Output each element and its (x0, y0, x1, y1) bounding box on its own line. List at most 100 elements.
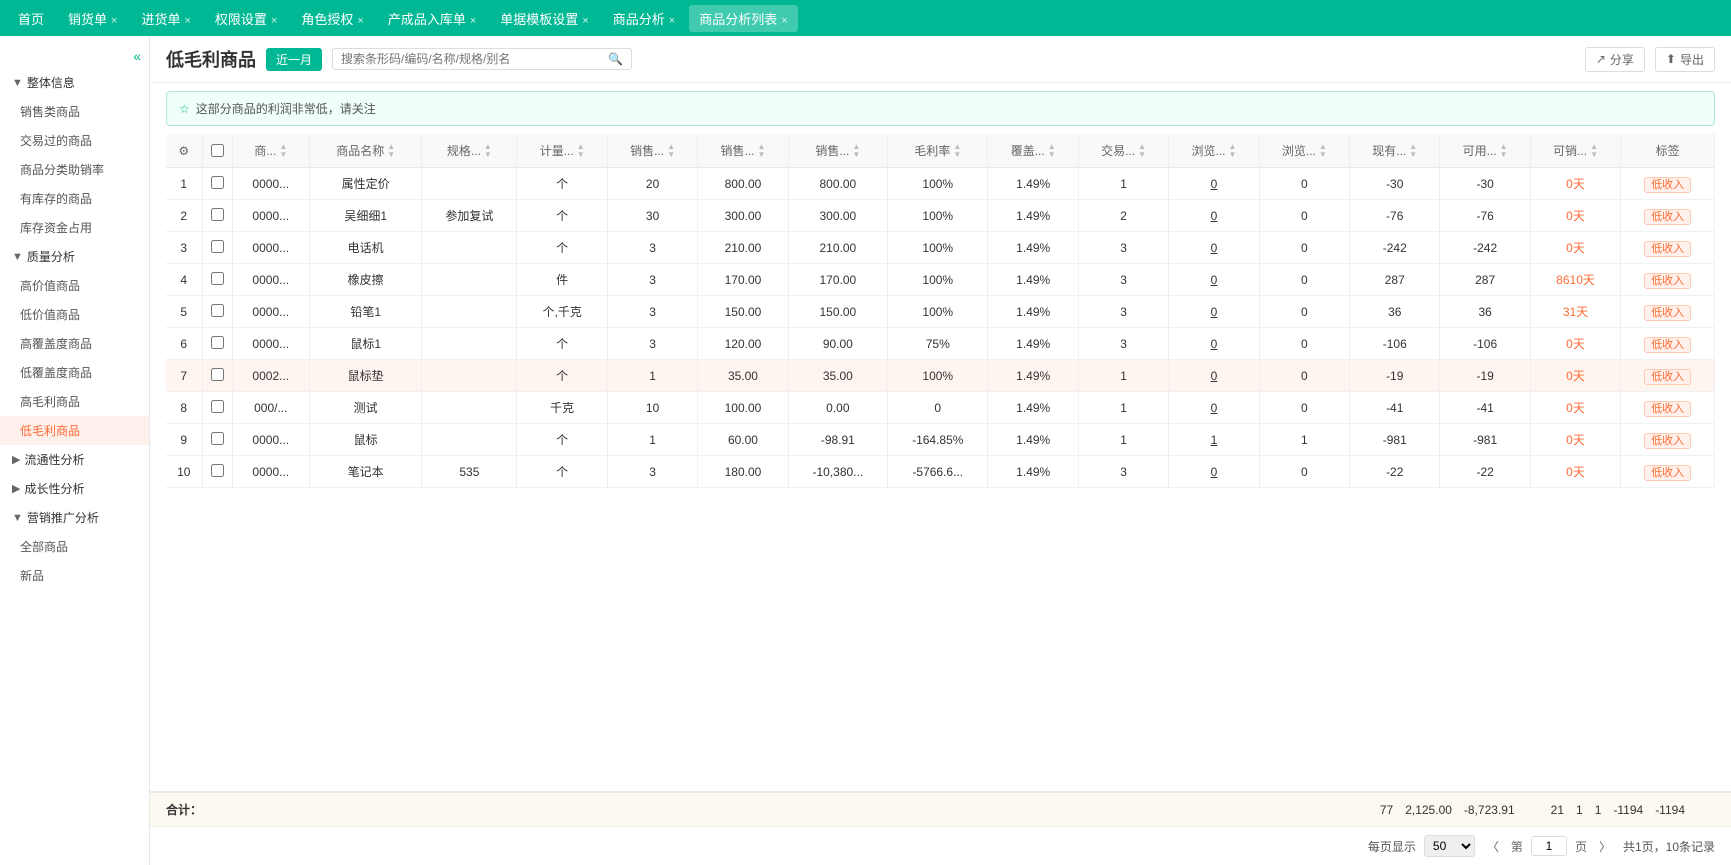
row-checkbox-9[interactable] (211, 464, 224, 477)
sidebar-item-low-value[interactable]: 低价值商品 (0, 300, 149, 329)
th-code[interactable]: 商...▲▼ (232, 134, 310, 168)
th-gross-margin[interactable]: 毛利率▲▼ (888, 134, 988, 168)
sidebar-group-marketing-analysis[interactable]: ▼营销推广分析 (0, 503, 149, 532)
nav-item-home[interactable]: 首页 (8, 5, 54, 32)
nav-close-purchase[interactable]: × (184, 15, 190, 27)
sidebar-item-new-goods[interactable]: 新品 (0, 561, 149, 590)
row-checkbox-0[interactable] (211, 176, 224, 189)
browse1-link[interactable]: 0 (1211, 337, 1218, 351)
browse1-link[interactable]: 0 (1211, 273, 1218, 287)
share-button[interactable]: ↗ 分享 (1585, 47, 1645, 72)
th-sales-profit[interactable]: 销售...▲▼ (788, 134, 887, 168)
th-name[interactable]: 商品名称▲▼ (310, 134, 422, 168)
th-saleable[interactable]: 可销...▲▼ (1530, 134, 1620, 168)
nav-close-analysis[interactable]: × (669, 15, 675, 27)
nav-close-sales[interactable]: × (111, 15, 117, 27)
nav-item-template[interactable]: 单据模板设置× (490, 5, 598, 32)
sidebar-group-growth-analysis[interactable]: ▶成长性分析 (0, 474, 149, 503)
cell-browse1[interactable]: 0 (1169, 232, 1259, 264)
th-coverage[interactable]: 覆盖...▲▼ (988, 134, 1078, 168)
export-button[interactable]: ⬆ 导出 (1655, 47, 1715, 72)
sidebar-item-high-value[interactable]: 高价值商品 (0, 271, 149, 300)
th-transaction[interactable]: 交易...▲▼ (1078, 134, 1168, 168)
sidebar-item-high-margin[interactable]: 高毛利商品 (0, 387, 149, 416)
sidebar-item-inventory-goods[interactable]: 有库存的商品 (0, 184, 149, 213)
total-cell: 1 (1570, 803, 1589, 817)
cell-browse1[interactable]: 0 (1169, 296, 1259, 328)
sidebar-item-goods-by-category[interactable]: 商品分类助销率 (0, 155, 149, 184)
sidebar-item-funds-occupy[interactable]: 库存资金占用 (0, 213, 149, 242)
prev-page-btn[interactable]: 〈 (1483, 836, 1503, 857)
select-all-checkbox[interactable] (211, 144, 224, 157)
row-checkbox-4[interactable] (211, 304, 224, 317)
row-checkbox-5[interactable] (211, 336, 224, 349)
sidebar-group-arrow-growth-analysis: ▶ (12, 482, 20, 495)
page-input[interactable] (1531, 836, 1567, 856)
sidebar-group-overall[interactable]: ▼整体信息 (0, 68, 149, 97)
sidebar-group-flow-analysis[interactable]: ▶流通性分析 (0, 445, 149, 474)
browse1-link[interactable]: 1 (1211, 433, 1218, 447)
search-input[interactable] (341, 52, 608, 66)
cell-saleable: 0天 (1530, 328, 1620, 360)
browse1-link[interactable]: 0 (1211, 209, 1218, 223)
cell-browse1[interactable]: 0 (1169, 264, 1259, 296)
sidebar: « ▼整体信息销售类商品交易过的商品商品分类助销率有库存的商品库存资金占用▼质量… (0, 36, 150, 865)
th-current-stock[interactable]: 现有...▲▼ (1350, 134, 1440, 168)
th-sales-price[interactable]: 销售...▲▼ (698, 134, 788, 168)
collapse-icon[interactable]: « (133, 48, 141, 64)
nav-close-template[interactable]: × (582, 15, 588, 27)
per-page-select[interactable]: 2050100 (1424, 835, 1475, 857)
sidebar-item-sales-goods[interactable]: 销售类商品 (0, 97, 149, 126)
th-settings[interactable]: ⚙ (166, 134, 202, 168)
sidebar-item-low-coverage[interactable]: 低覆盖度商品 (0, 358, 149, 387)
search-icon[interactable]: 🔍 (608, 52, 623, 66)
nav-item-analysis[interactable]: 商品分析× (603, 5, 685, 32)
row-checkbox-1[interactable] (211, 208, 224, 221)
th-browse1[interactable]: 浏览...▲▼ (1169, 134, 1259, 168)
sidebar-item-low-margin[interactable]: 低毛利商品 (0, 416, 149, 445)
cell-browse1[interactable]: 0 (1169, 168, 1259, 200)
header-actions: ↗ 分享 ⬆ 导出 (1585, 47, 1715, 72)
sidebar-group-quality-analysis[interactable]: ▼质量分析 (0, 242, 149, 271)
sidebar-item-high-coverage[interactable]: 高覆盖度商品 (0, 329, 149, 358)
sidebar-collapse-btn[interactable]: « (0, 44, 149, 68)
row-checkbox-3[interactable] (211, 272, 224, 285)
cell-browse1[interactable]: 0 (1169, 456, 1259, 488)
browse1-link[interactable]: 0 (1211, 305, 1218, 319)
cell-browse1[interactable]: 0 (1169, 360, 1259, 392)
nav-item-analysis-list[interactable]: 商品分析列表× (689, 5, 797, 32)
sidebar-group-label-flow-analysis: 流通性分析 (24, 451, 84, 468)
nav-close-permissions[interactable]: × (271, 15, 277, 27)
sidebar-item-traded-goods[interactable]: 交易过的商品 (0, 126, 149, 155)
nav-item-roles[interactable]: 角色授权× (291, 5, 373, 32)
filter-button[interactable]: 近一月 (266, 48, 322, 71)
cell-browse1[interactable]: 0 (1169, 392, 1259, 424)
browse1-link[interactable]: 0 (1211, 241, 1218, 255)
th-unit[interactable]: 计量...▲▼ (517, 134, 607, 168)
row-checkbox-2[interactable] (211, 240, 224, 253)
nav-close-analysis-list[interactable]: × (781, 15, 787, 27)
nav-item-purchase[interactable]: 进货单× (131, 5, 200, 32)
th-available[interactable]: 可用...▲▼ (1440, 134, 1530, 168)
browse1-link[interactable]: 0 (1211, 465, 1218, 479)
browse1-link[interactable]: 0 (1211, 177, 1218, 191)
row-checkbox-7[interactable] (211, 400, 224, 413)
cell-browse1[interactable]: 0 (1169, 328, 1259, 360)
browse1-link[interactable]: 0 (1211, 369, 1218, 383)
row-checkbox-6[interactable] (211, 368, 224, 381)
next-page-btn[interactable]: 〉 (1595, 836, 1615, 857)
cell-browse1[interactable]: 1 (1169, 424, 1259, 456)
browse1-link[interactable]: 0 (1211, 401, 1218, 415)
nav-item-product-entry[interactable]: 产成品入库单× (378, 5, 486, 32)
row-checkbox-8[interactable] (211, 432, 224, 445)
nav-close-roles[interactable]: × (357, 15, 363, 27)
sidebar-item-all-goods[interactable]: 全部商品 (0, 532, 149, 561)
nav-item-permissions[interactable]: 权限设置× (205, 5, 287, 32)
th-spec[interactable]: 规格...▲▼ (422, 134, 517, 168)
th-browse2[interactable]: 浏览...▲▼ (1259, 134, 1349, 168)
cell-code: 0000... (232, 296, 310, 328)
cell-browse1[interactable]: 0 (1169, 200, 1259, 232)
th-sales-qty[interactable]: 销售...▲▼ (607, 134, 697, 168)
nav-close-product-entry[interactable]: × (470, 15, 476, 27)
nav-item-sales[interactable]: 销货单× (58, 5, 127, 32)
